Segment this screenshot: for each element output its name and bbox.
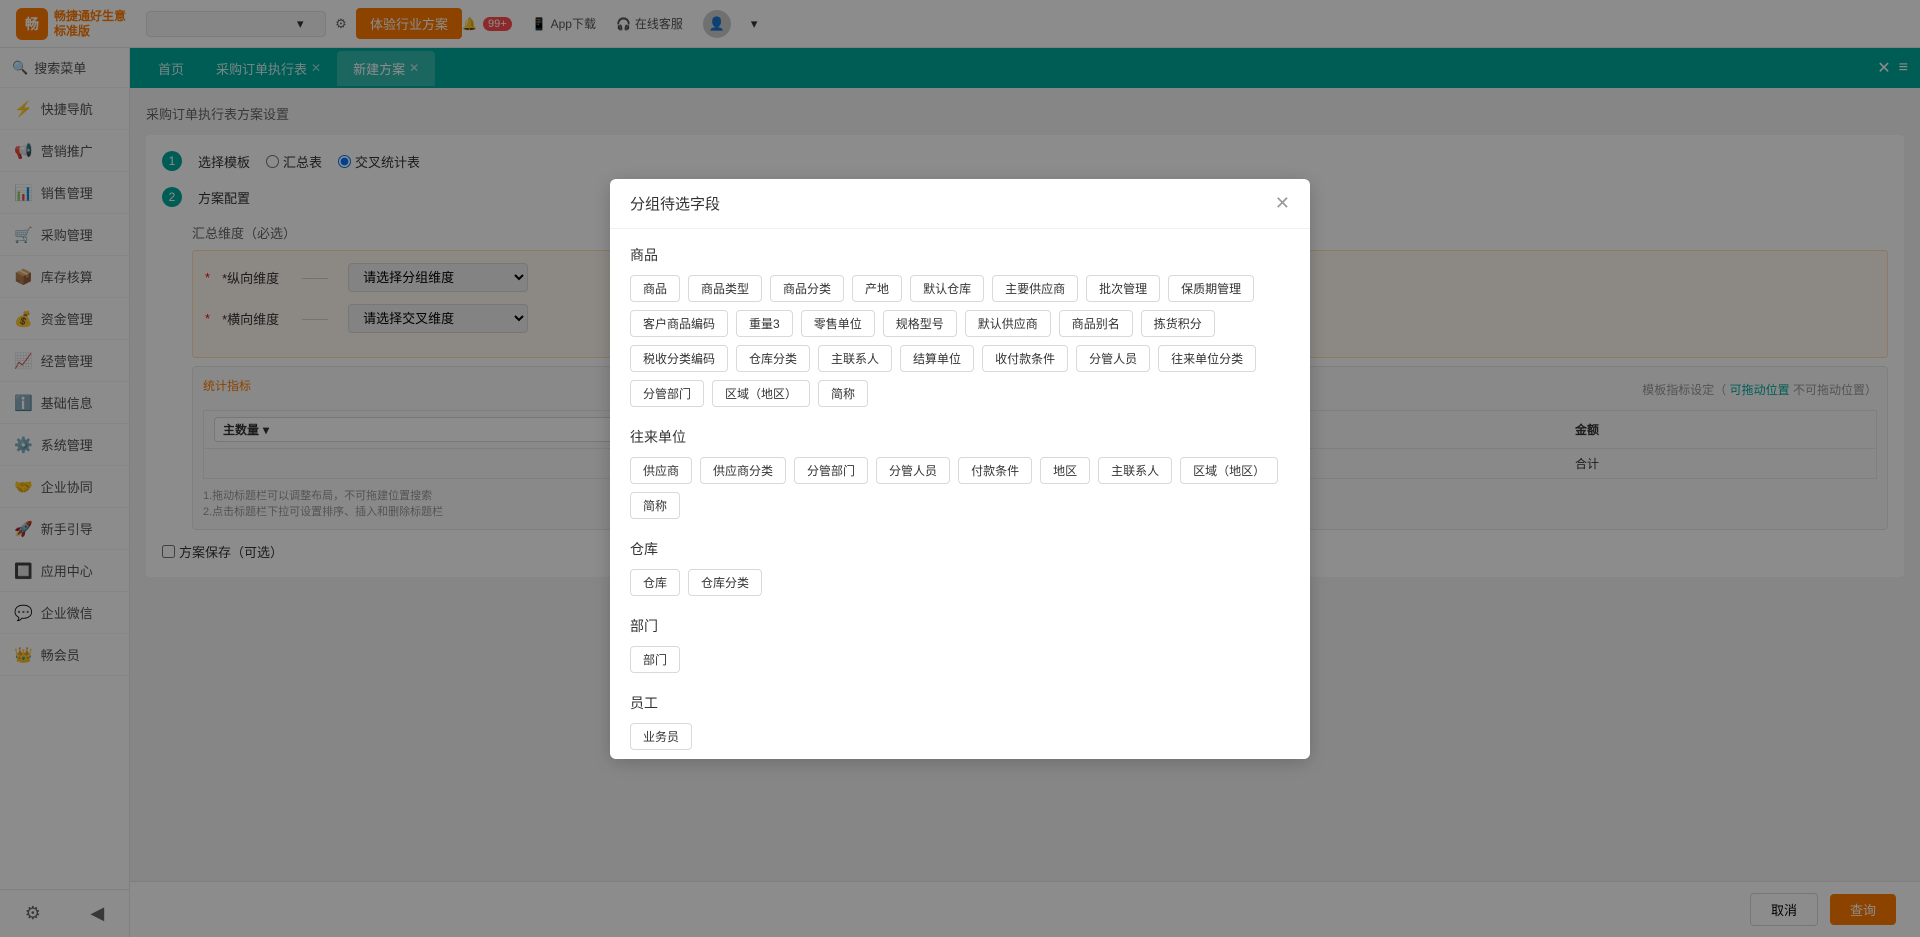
category-商品: 商品商品商品类型商品分类产地默认仓库主要供应商批次管理保质期管理客户商品编码重量…: [630, 245, 1290, 407]
category-title-部门: 部门: [630, 616, 1290, 636]
field-tag[interactable]: 商品类型: [688, 275, 762, 302]
field-tag[interactable]: 供应商: [630, 457, 692, 484]
field-tag[interactable]: 简称: [630, 492, 680, 519]
field-tag[interactable]: 付款条件: [958, 457, 1032, 484]
field-tag[interactable]: 主联系人: [818, 345, 892, 372]
field-tag[interactable]: 税收分类编码: [630, 345, 728, 372]
field-tag[interactable]: 商品别名: [1059, 310, 1133, 337]
field-tag[interactable]: 商品: [630, 275, 680, 302]
field-tag[interactable]: 商品分类: [770, 275, 844, 302]
field-tag[interactable]: 简称: [818, 380, 868, 407]
field-tag[interactable]: 零售单位: [801, 310, 875, 337]
field-tag[interactable]: 主联系人: [1098, 457, 1172, 484]
modal-dialog: 分组待选字段 ✕ 商品商品商品类型商品分类产地默认仓库主要供应商批次管理保质期管…: [610, 179, 1310, 759]
category-部门: 部门部门: [630, 616, 1290, 673]
field-tag[interactable]: 往来单位分类: [1158, 345, 1256, 372]
field-tag[interactable]: 分管部门: [630, 380, 704, 407]
field-tag[interactable]: 默认仓库: [910, 275, 984, 302]
field-tag[interactable]: 结算单位: [900, 345, 974, 372]
field-tag[interactable]: 地区: [1040, 457, 1090, 484]
field-tag[interactable]: 拣货积分: [1141, 310, 1215, 337]
field-tags-商品: 商品商品类型商品分类产地默认仓库主要供应商批次管理保质期管理客户商品编码重量3 零…: [630, 275, 1290, 407]
field-tag[interactable]: 部门: [630, 646, 680, 673]
field-tag[interactable]: 仓库: [630, 569, 680, 596]
field-tags-部门: 部门: [630, 646, 1290, 673]
field-tag[interactable]: 规格型号: [883, 310, 957, 337]
modal-close-icon[interactable]: ✕: [1275, 193, 1290, 214]
field-tag[interactable]: 批次管理: [1086, 275, 1160, 302]
category-title-仓库: 仓库: [630, 539, 1290, 559]
field-tag[interactable]: 分管人员: [876, 457, 950, 484]
modal-title: 分组待选字段: [630, 193, 720, 214]
modal-body: 商品商品商品类型商品分类产地默认仓库主要供应商批次管理保质期管理客户商品编码重量…: [610, 229, 1310, 759]
category-员工: 员工业务员: [630, 693, 1290, 750]
field-tags-往来单位: 供应商供应商分类分管部门分管人员付款条件地区主联系人区域（地区） 简称: [630, 457, 1290, 519]
field-tag[interactable]: 客户商品编码: [630, 310, 728, 337]
field-tag[interactable]: 收付款条件: [982, 345, 1068, 372]
field-tag[interactable]: 仓库分类: [736, 345, 810, 372]
modal-header: 分组待选字段 ✕: [610, 179, 1310, 229]
category-title-员工: 员工: [630, 693, 1290, 713]
category-往来单位: 往来单位供应商供应商分类分管部门分管人员付款条件地区主联系人区域（地区） 简称: [630, 427, 1290, 519]
field-tag[interactable]: 仓库分类: [688, 569, 762, 596]
field-tag[interactable]: 分管部门: [794, 457, 868, 484]
field-tags-员工: 业务员: [630, 723, 1290, 750]
field-tag[interactable]: 保质期管理: [1168, 275, 1254, 302]
category-仓库: 仓库仓库仓库分类: [630, 539, 1290, 596]
field-tag[interactable]: 默认供应商: [965, 310, 1051, 337]
field-tag[interactable]: 区域（地区）: [1180, 457, 1278, 484]
field-tag[interactable]: 区域（地区）: [712, 380, 810, 407]
field-tag[interactable]: 主要供应商: [992, 275, 1078, 302]
category-title-往来单位: 往来单位: [630, 427, 1290, 447]
field-tag[interactable]: 供应商分类: [700, 457, 786, 484]
field-tag[interactable]: 重量3: [736, 310, 793, 337]
category-title-商品: 商品: [630, 245, 1290, 265]
field-tag[interactable]: 业务员: [630, 723, 692, 750]
field-tag[interactable]: 产地: [852, 275, 902, 302]
field-tags-仓库: 仓库仓库分类: [630, 569, 1290, 596]
field-tag[interactable]: 分管人员: [1076, 345, 1150, 372]
